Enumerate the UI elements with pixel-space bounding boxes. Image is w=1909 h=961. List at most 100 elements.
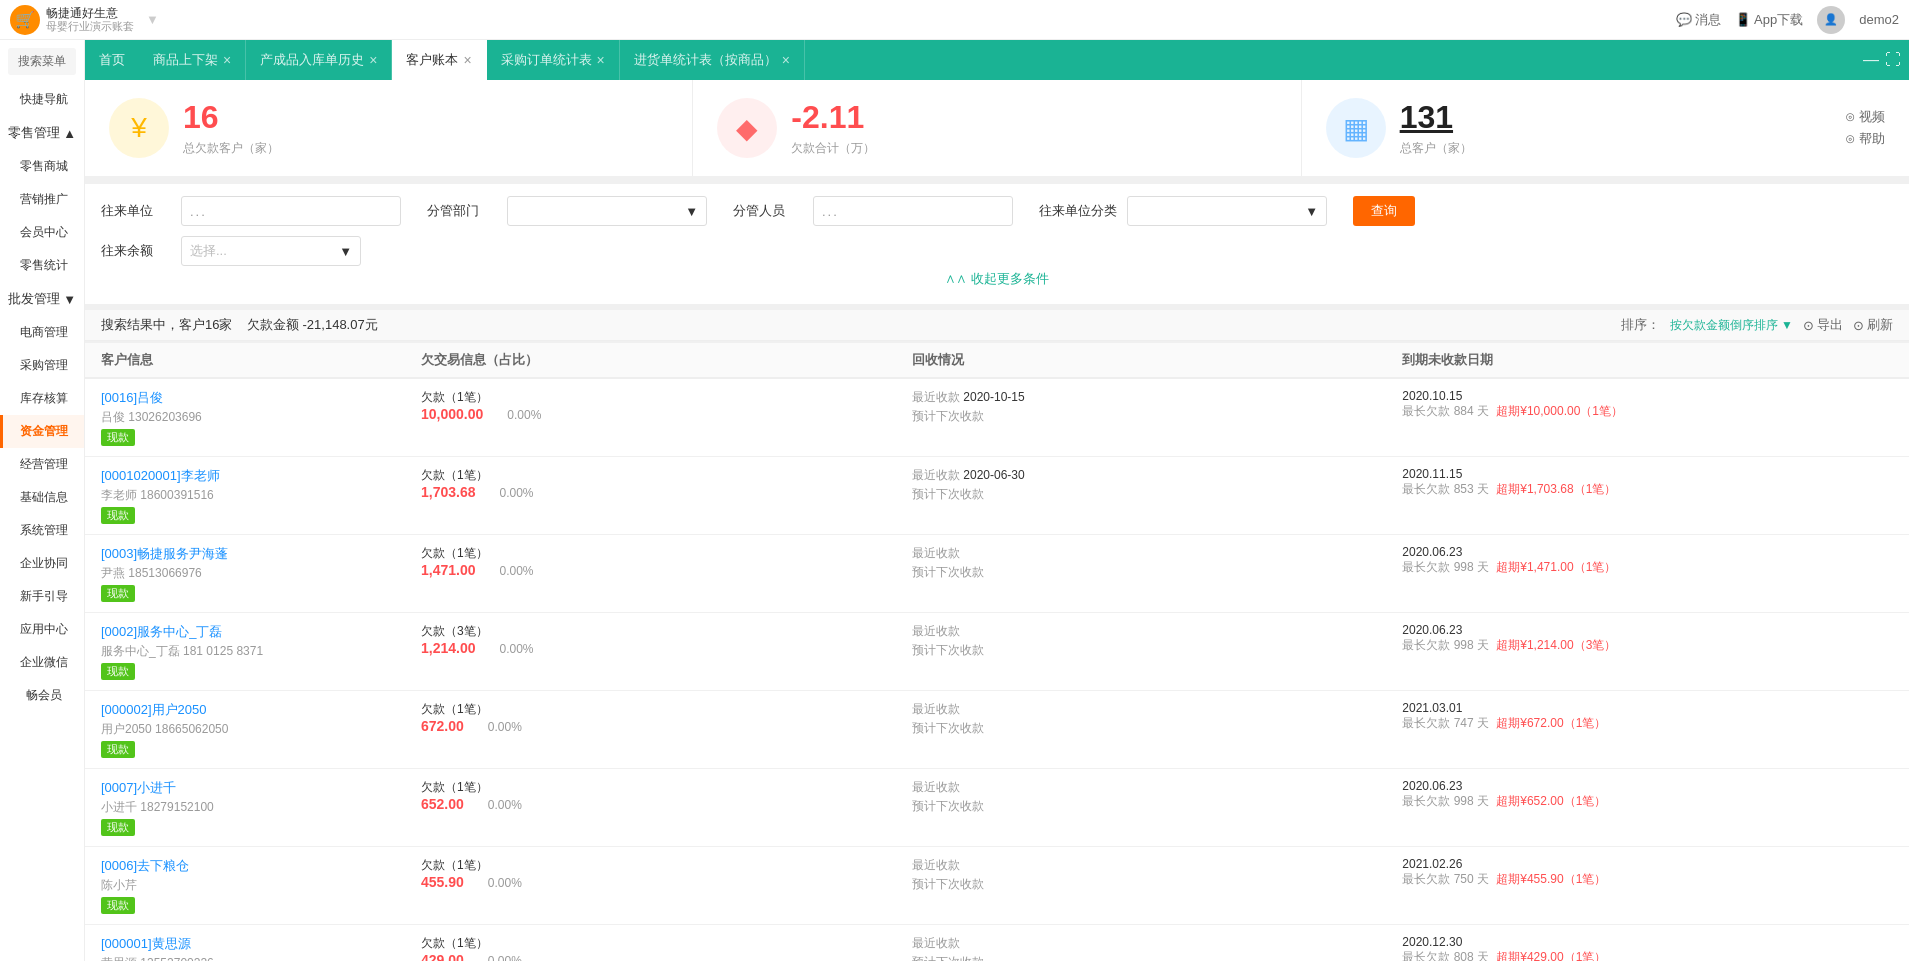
- customer-cell-6: [0006]去下粮仓 陈小芹 现款: [101, 857, 421, 914]
- tab-home[interactable]: 首页: [85, 40, 139, 80]
- app-download-btn[interactable]: 📱 App下载: [1735, 11, 1803, 29]
- sidebar-item-retail-mall[interactable]: 零售商城: [0, 150, 84, 183]
- debt-amount-1[interactable]: 1,703.68: [421, 484, 476, 500]
- overdue-link-6[interactable]: 超期¥455.90（1笔）: [1496, 872, 1606, 886]
- person-input[interactable]: ...: [813, 196, 1013, 226]
- customer-info-1: 李老师 18600391516: [101, 487, 421, 504]
- tab-customer-account[interactable]: 客户账本 ×: [392, 40, 486, 80]
- overdue-link-4[interactable]: 超期¥672.00（1笔）: [1496, 716, 1606, 730]
- stat-card-total-debt: ◆ -2.11 欠款合计（万）: [693, 80, 1301, 176]
- overdue-days-2: 最长欠款 998 天: [1402, 560, 1489, 574]
- sidebar-item-corp-wechat[interactable]: 企业微信: [0, 646, 84, 679]
- debt-amount-7[interactable]: 429.00: [421, 952, 464, 961]
- sidebar-item-system[interactable]: 系统管理: [0, 514, 84, 547]
- customer-tag-5: 现款: [101, 819, 135, 836]
- tab-production-history[interactable]: 产成品入库单历史 ×: [246, 40, 392, 80]
- video-btn[interactable]: ⊙ 视频: [1845, 108, 1885, 126]
- export-btn[interactable]: ⊙ 导出: [1803, 316, 1843, 334]
- stat-info-total-customers: 131 总客户（家）: [1400, 99, 1472, 157]
- customer-name-2[interactable]: [0003]畅捷服务尹海蓬: [101, 545, 421, 563]
- overdue-link-0[interactable]: 超期¥10,000.00（1笔）: [1496, 404, 1623, 418]
- sidebar-search-btn[interactable]: 搜索菜单: [8, 48, 76, 75]
- sort-select[interactable]: 按欠款金额倒序排序 ▼: [1670, 317, 1793, 334]
- tab-close-purchase[interactable]: ×: [597, 52, 605, 68]
- customer-tag-1: 现款: [101, 507, 135, 524]
- overdue-link-3[interactable]: 超期¥1,214.00（3笔）: [1496, 638, 1616, 652]
- customer-name-6[interactable]: [0006]去下粮仓: [101, 857, 421, 875]
- balance-select[interactable]: 选择... ▼: [181, 236, 361, 266]
- tab-close-goods-online[interactable]: ×: [223, 52, 231, 68]
- dept-select[interactable]: ▼: [507, 196, 707, 226]
- stat-card-total-customers: ▦ 131 总客户（家） ⊙ 视频 ⊙ 帮助: [1302, 80, 1909, 176]
- customer-cell-4: [000002]用户2050 用户2050 18665062050 现款: [101, 701, 421, 758]
- overdue-link-7[interactable]: 超期¥429.00（1笔）: [1496, 950, 1606, 961]
- sidebar-item-marketing[interactable]: 营销推广: [0, 183, 84, 216]
- tab-close-customer-account[interactable]: ×: [463, 52, 471, 68]
- customer-cell-0: [0016]吕俊 吕俊 13026203696 现款: [101, 389, 421, 446]
- stat-number-debt-customers: 16: [183, 99, 279, 136]
- stats-row: ¥ 16 总欠款客户（家） ◆ -2.11 欠款合计（万）: [85, 80, 1909, 176]
- tab-purchase-stats[interactable]: 采购订单统计表 ×: [487, 40, 620, 80]
- collapse-btn[interactable]: ∧∧ 收起更多条件: [945, 270, 1049, 288]
- sidebar-item-ops[interactable]: 经营管理: [0, 448, 84, 481]
- sidebar-item-app-center[interactable]: 应用中心: [0, 613, 84, 646]
- category-select[interactable]: ▼: [1127, 196, 1327, 226]
- customer-name-3[interactable]: [0002]服务中心_丁磊: [101, 623, 421, 641]
- stat-icon-building: ▦: [1326, 98, 1386, 158]
- sidebar-item-batch-mgmt[interactable]: 批发管理 ▼: [0, 282, 84, 316]
- stat-right-actions: ⊙ 视频 ⊙ 帮助: [1845, 108, 1885, 148]
- debt-amount-6[interactable]: 455.90: [421, 874, 464, 890]
- sidebar-item-base-info[interactable]: 基础信息: [0, 481, 84, 514]
- overdue-link-5[interactable]: 超期¥652.00（1笔）: [1496, 794, 1606, 808]
- debt-ratio-6: 0.00%: [488, 876, 522, 890]
- debt-amount-4[interactable]: 672.00: [421, 718, 464, 734]
- customer-tag-2: 现款: [101, 585, 135, 602]
- sidebar-item-retail-stats[interactable]: 零售统计: [0, 249, 84, 282]
- customer-name-1[interactable]: [0001020001]李老师: [101, 467, 421, 485]
- sidebar-item-ecommerce[interactable]: 电商管理: [0, 316, 84, 349]
- user-name: demo2: [1859, 12, 1899, 27]
- sidebar-item-inventory[interactable]: 库存核算: [0, 382, 84, 415]
- tab-goods-online[interactable]: 商品上下架 ×: [139, 40, 246, 80]
- tab-maximize-btn[interactable]: ⛶: [1885, 51, 1901, 69]
- debt-amount-3[interactable]: 1,214.00: [421, 640, 476, 656]
- sidebar-item-quick-nav[interactable]: 快捷导航: [0, 83, 84, 116]
- tab-close-production[interactable]: ×: [369, 52, 377, 68]
- overdue-days-4: 最长欠款 747 天: [1402, 716, 1489, 730]
- sidebar-item-finance[interactable]: 资金管理: [0, 415, 84, 448]
- stat-card-debt-customers: ¥ 16 总欠款客户（家）: [85, 80, 693, 176]
- user-avatar: 👤: [1817, 6, 1845, 34]
- recover-cell-4: 最近收款 预计下次收款: [912, 701, 1403, 737]
- table-row: [0007]小进千 小进千 18279152100 现款 欠款（1笔） 652.…: [85, 769, 1909, 847]
- sidebar-item-purchase[interactable]: 采购管理: [0, 349, 84, 382]
- customer-name-0[interactable]: [0016]吕俊: [101, 389, 421, 407]
- debt-amount-0[interactable]: 10,000.00: [421, 406, 483, 422]
- debt-ratio-7: 0.00%: [488, 954, 522, 961]
- debt-amount-5[interactable]: 652.00: [421, 796, 464, 812]
- message-btn[interactable]: 💬 消息: [1676, 11, 1721, 29]
- sidebar-item-corp-coop[interactable]: 企业协同: [0, 547, 84, 580]
- debt-cell-2: 欠款（1笔） 1,471.00 0.00%: [421, 545, 912, 578]
- tab-close-import[interactable]: ×: [782, 52, 790, 68]
- summary-text: 搜索结果中，客户16家 欠款金额 -21,148.07元: [101, 316, 378, 334]
- debt-amount-2[interactable]: 1,471.00: [421, 562, 476, 578]
- sidebar-item-retail-mgmt[interactable]: 零售管理 ▲: [0, 116, 84, 150]
- debt-ratio-0: 0.00%: [507, 408, 541, 422]
- refresh-btn[interactable]: ⊙ 刷新: [1853, 316, 1893, 334]
- query-btn[interactable]: 查询: [1353, 196, 1415, 226]
- sidebar-item-newbie[interactable]: 新手引导: [0, 580, 84, 613]
- sidebar-item-member[interactable]: 会员中心: [0, 216, 84, 249]
- sidebar-item-member-club[interactable]: 畅会员: [0, 679, 84, 712]
- customer-name-5[interactable]: [0007]小进千: [101, 779, 421, 797]
- tab-minimize-btn[interactable]: —: [1863, 51, 1879, 69]
- overdue-link-1[interactable]: 超期¥1,703.68（1笔）: [1496, 482, 1616, 496]
- tab-import-stats[interactable]: 进货单统计表（按商品） ×: [620, 40, 805, 80]
- top-bar-right: 💬 消息 📱 App下载 👤 demo2: [1676, 6, 1899, 34]
- customer-name-4[interactable]: [000002]用户2050: [101, 701, 421, 719]
- table-row: [0016]吕俊 吕俊 13026203696 现款 欠款（1笔） 10,000…: [85, 379, 1909, 457]
- overdue-link-2[interactable]: 超期¥1,471.00（1笔）: [1496, 560, 1616, 574]
- help-btn[interactable]: ⊙ 帮助: [1845, 130, 1885, 148]
- customer-name-7[interactable]: [000001]黄思源: [101, 935, 421, 953]
- source-unit-input[interactable]: ...: [181, 196, 401, 226]
- sidebar: 搜索菜单 快捷导航 零售管理 ▲ 零售商城 营销推广 会员中心 零售统计 批发管…: [0, 40, 85, 961]
